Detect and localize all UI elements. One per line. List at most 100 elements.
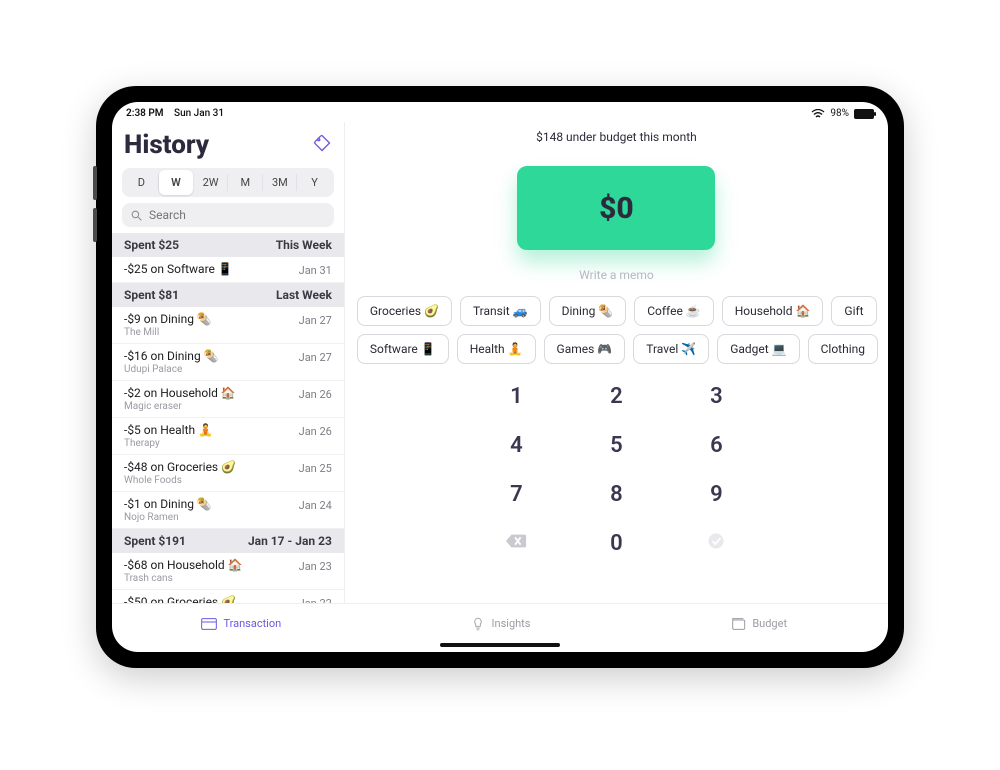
row-sub: Nojo Ramen xyxy=(124,512,212,523)
volume-down-button xyxy=(93,208,97,242)
number-keypad: 1 2 3 4 5 6 7 8 9 0 xyxy=(466,378,766,562)
chip-dining[interactable]: Dining 🌯 xyxy=(549,296,627,326)
memo-field[interactable]: Write a memo xyxy=(345,268,888,282)
row-date: Jan 24 xyxy=(299,497,332,512)
card-icon xyxy=(201,617,217,631)
chip-clothing[interactable]: Clothing xyxy=(808,334,878,364)
row-title: -$1 on Dining 🌯 xyxy=(124,497,212,511)
budget-status: $148 under budget this month xyxy=(345,122,888,144)
list-item[interactable]: -$48 on Groceries 🥑Whole FoodsJan 25 xyxy=(112,455,344,492)
row-title: -$9 on Dining 🌯 xyxy=(124,312,212,326)
section-range: This Week xyxy=(276,238,332,252)
home-indicator[interactable] xyxy=(440,643,560,647)
status-bar: 2:38 PM Sun Jan 31 98% xyxy=(112,102,888,122)
list-item[interactable]: -$68 on Household 🏠Trash cans Jan 23 xyxy=(112,553,344,590)
key-1[interactable]: 1 xyxy=(466,378,566,415)
filter-d[interactable]: D xyxy=(124,170,159,195)
entry-panel: $148 under budget this month $0 Write a … xyxy=(345,122,888,603)
bulb-icon xyxy=(470,617,486,631)
chip-groceries[interactable]: Groceries 🥑 xyxy=(357,296,452,326)
amount-value: $0 xyxy=(599,191,634,226)
row-date: Jan 27 xyxy=(299,312,332,327)
chip-coffee[interactable]: Coffee ☕ xyxy=(634,296,714,326)
row-sub: Udupi Palace xyxy=(124,364,219,375)
tab-budget[interactable]: Budget xyxy=(629,604,888,643)
key-2[interactable]: 2 xyxy=(566,378,666,415)
chip-gift[interactable]: Gift xyxy=(831,296,876,326)
check-circle-icon xyxy=(705,532,727,550)
row-date: Jan 22 xyxy=(299,595,332,603)
filter-3m[interactable]: 3M xyxy=(263,170,298,195)
section-header: Spent $25 This Week xyxy=(112,233,344,257)
time-filter: D W 2W M 3M Y xyxy=(122,168,334,197)
list-item[interactable]: -$16 on Dining 🌯Udupi Palace Jan 27 xyxy=(112,344,344,381)
key-5[interactable]: 5 xyxy=(566,427,666,464)
row-date: Jan 27 xyxy=(299,349,332,364)
section-spent: Spent $191 xyxy=(124,534,186,548)
filter-2w[interactable]: 2W xyxy=(193,170,228,195)
key-3[interactable]: 3 xyxy=(666,378,766,415)
tab-label: Transaction xyxy=(223,617,281,630)
key-submit[interactable] xyxy=(666,525,766,562)
tab-label: Insights xyxy=(492,617,531,630)
row-title: -$16 on Dining 🌯 xyxy=(124,349,219,363)
chip-travel[interactable]: Travel ✈️ xyxy=(633,334,709,364)
filter-w[interactable]: W xyxy=(159,170,194,195)
row-title: -$68 on Household 🏠 xyxy=(124,558,243,572)
section-header: Spent $191 Jan 17 - Jan 23 xyxy=(112,529,344,553)
row-date: Jan 23 xyxy=(299,558,332,573)
chip-gadget[interactable]: Gadget 💻 xyxy=(717,334,799,364)
key-9[interactable]: 9 xyxy=(666,476,766,513)
status-time: 2:38 PM xyxy=(126,108,164,119)
key-6[interactable]: 6 xyxy=(666,427,766,464)
history-panel: History D W 2W M 3M Y xyxy=(112,122,345,603)
row-sub: Trash cans xyxy=(124,573,243,584)
list-item[interactable]: -$2 on Household 🏠Magic eraserJan 26 xyxy=(112,381,344,418)
list-item[interactable]: -$1 on Dining 🌯Nojo Ramen Jan 24 xyxy=(112,492,344,529)
row-date: Jan 26 xyxy=(299,423,332,438)
row-title: -$2 on Household 🏠 xyxy=(124,386,236,400)
chip-games[interactable]: Games 🎮 xyxy=(544,334,626,364)
tag-icon[interactable] xyxy=(312,133,332,157)
chip-transit[interactable]: Transit 🚙 xyxy=(460,296,541,326)
filter-y[interactable]: Y xyxy=(297,170,332,195)
key-8[interactable]: 8 xyxy=(566,476,666,513)
cards-icon xyxy=(730,617,746,631)
row-title: -$25 on Software 📱 xyxy=(124,262,233,276)
tab-label: Budget xyxy=(752,617,787,630)
section-range: Last Week xyxy=(276,288,332,302)
row-date: Jan 31 xyxy=(299,262,332,277)
search-input[interactable] xyxy=(149,208,326,222)
filter-m[interactable]: M xyxy=(228,170,263,195)
section-spent: Spent $25 xyxy=(124,238,179,252)
wifi-icon xyxy=(811,109,825,119)
row-sub: Whole Foods xyxy=(124,475,236,486)
chip-health[interactable]: Health 🧘 xyxy=(457,334,536,364)
list-item[interactable]: -$5 on Health 🧘TherapyJan 26 xyxy=(112,418,344,455)
screen: 2:38 PM Sun Jan 31 98% History D xyxy=(112,102,888,652)
tab-insights[interactable]: Insights xyxy=(371,604,630,643)
list-item[interactable]: -$50 on Groceries 🥑Whole FoodsJan 22 xyxy=(112,590,344,603)
key-backspace[interactable] xyxy=(466,525,566,562)
list-item[interactable]: -$9 on Dining 🌯The Mill Jan 27 xyxy=(112,307,344,344)
chip-household[interactable]: Household 🏠 xyxy=(722,296,824,326)
battery-icon xyxy=(854,109,874,119)
search-field[interactable] xyxy=(122,203,334,227)
tab-bar: Transaction Insights Budget xyxy=(112,603,888,643)
volume-up-button xyxy=(93,166,97,200)
amount-display[interactable]: $0 xyxy=(517,166,715,250)
key-0[interactable]: 0 xyxy=(566,525,666,562)
key-4[interactable]: 4 xyxy=(466,427,566,464)
tab-transaction[interactable]: Transaction xyxy=(112,604,371,643)
row-sub: The Mill xyxy=(124,327,212,338)
row-title: -$48 on Groceries 🥑 xyxy=(124,460,236,474)
chip-software[interactable]: Software 📱 xyxy=(357,334,449,364)
status-date: Sun Jan 31 xyxy=(174,108,224,119)
row-title: -$50 on Groceries 🥑 xyxy=(124,595,236,603)
list-item[interactable]: -$25 on Software 📱 Jan 31 xyxy=(112,257,344,283)
page-title: History xyxy=(124,130,209,160)
category-chips: Groceries 🥑 Transit 🚙 Dining 🌯 Coffee ☕ … xyxy=(345,282,888,368)
section-header: Spent $81 Last Week xyxy=(112,283,344,307)
row-title: -$5 on Health 🧘 xyxy=(124,423,213,437)
key-7[interactable]: 7 xyxy=(466,476,566,513)
